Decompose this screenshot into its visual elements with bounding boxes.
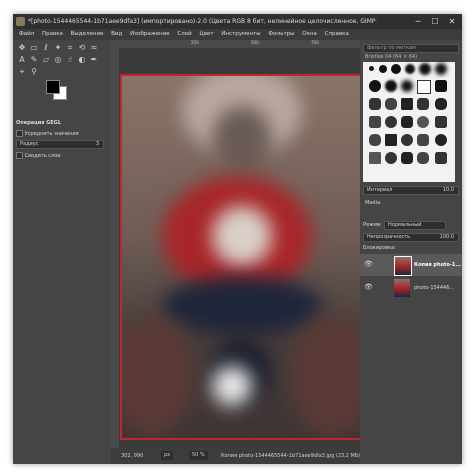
status-info: Копия photo-1544465544-1b71aee9dfa3.jpg … <box>221 453 361 459</box>
spacing-label: Интервал <box>367 187 393 193</box>
smudge-icon[interactable]: ☝ <box>65 55 75 65</box>
layer-thumbnail <box>394 256 412 276</box>
layer-name: photo-154446... <box>414 285 455 291</box>
transform-icon[interactable]: ⟲ <box>77 43 87 53</box>
canvas-area[interactable]: 250 500 750 302, 990 px 50 % Копия photo… <box>111 40 364 464</box>
menu-layer[interactable]: Слой <box>177 29 191 40</box>
merge-layers-checkbox[interactable]: Сводить слои <box>16 152 61 159</box>
menu-view[interactable]: Вид <box>111 29 122 40</box>
gimp-app-icon <box>16 17 25 26</box>
selection-border <box>120 74 364 440</box>
zoom-select[interactable]: 50 % <box>189 451 208 460</box>
move-tool-icon[interactable]: ✥ <box>17 43 27 53</box>
tool-options-header: Операция GEGL <box>16 120 62 126</box>
paintbrush-icon[interactable]: ✎ <box>29 55 39 65</box>
ruler-mark: 250 <box>191 40 199 45</box>
sample-merged-label: Усреднить значения <box>24 131 79 137</box>
title-bar: *[photo-1544465544-1b71aee9dfa3] (импорт… <box>13 14 462 29</box>
layer-mode-select[interactable]: Нормальный <box>384 221 446 230</box>
gimp-window: *[photo-1544465544-1b71aee9dfa3] (импорт… <box>13 14 462 464</box>
menu-file[interactable]: Файл <box>19 29 34 40</box>
brush-name: Bristles 04 (64 × 64) <box>365 54 418 60</box>
opacity-label: Непрозрачность <box>367 234 411 240</box>
menu-windows[interactable]: Окна <box>302 29 317 40</box>
menu-tools[interactable]: Инструменты <box>221 29 260 40</box>
zoom-icon[interactable]: ⚲ <box>29 67 39 77</box>
sample-merged-checkbox[interactable]: Усреднить значения <box>16 130 79 137</box>
eye-icon[interactable]: 👁 <box>364 283 374 291</box>
opacity-value: 100.0 <box>439 234 454 240</box>
rect-select-icon[interactable]: ▭ <box>29 43 39 53</box>
merge-layers-label: Сводить слои <box>24 153 61 159</box>
color-picker-icon[interactable]: ⌖ <box>17 67 27 77</box>
opacity-field[interactable]: Непрозрачность 100.0 <box>363 233 459 242</box>
minimize-button[interactable]: ─ <box>410 14 426 29</box>
spacing-value: 10.0 <box>442 187 454 193</box>
lock-label: Блокировка: <box>363 245 396 251</box>
crop-icon[interactable]: ⌗ <box>65 43 75 53</box>
menu-bar: Файл Правка Выделение Вид Изображение Сл… <box>13 29 462 40</box>
menu-edit[interactable]: Правка <box>42 29 63 40</box>
close-button[interactable]: ✕ <box>444 14 460 29</box>
radius-value: 3 <box>95 141 99 147</box>
clone-icon[interactable]: ◎ <box>53 55 63 65</box>
radius-field[interactable]: Радиус 3 <box>16 140 104 149</box>
horizontal-ruler: 250 500 750 <box>111 40 360 48</box>
brush-filter-input[interactable]: фильтр по меткам <box>363 44 459 53</box>
fuzzy-select-icon[interactable]: ✦ <box>53 43 63 53</box>
dodge-icon[interactable]: ◐ <box>77 55 87 65</box>
warp-icon[interactable]: ≈ <box>89 43 99 53</box>
toolbox-panel: ✥ ▭ ℓ ✦ ⌗ ⟲ ≈ A ✎ ▱ ◎ ☝ ◐ ✒ ⌖ ⚲ Операция… <box>13 40 111 464</box>
vertical-ruler <box>111 48 119 448</box>
menu-color[interactable]: Цвет <box>199 29 213 40</box>
path-icon[interactable]: ✒ <box>89 55 99 65</box>
lasso-icon[interactable]: ℓ <box>41 43 51 53</box>
layer-row[interactable]: 👁 photo-154446... <box>360 277 462 299</box>
brushes-grid[interactable] <box>363 62 455 182</box>
menu-select[interactable]: Выделение <box>71 29 104 40</box>
menu-filters[interactable]: Фильтры <box>268 29 294 40</box>
maximize-button[interactable]: ☐ <box>427 14 443 29</box>
right-dock: фильтр по меткам Bristles 04 (64 × 64) И… <box>360 40 462 464</box>
layer-mode-label: Режим <box>363 222 381 228</box>
media-label: Media. <box>365 200 382 206</box>
menu-help[interactable]: Справка <box>325 29 349 40</box>
spacing-field[interactable]: Интервал 10.0 <box>363 186 459 195</box>
menu-image[interactable]: Изображение <box>130 29 170 40</box>
radius-label: Радиус <box>20 141 39 147</box>
status-bar: 302, 990 px 50 % Копия photo-1544465544-… <box>111 448 360 464</box>
ruler-mark: 750 <box>311 40 319 45</box>
foreground-color-swatch[interactable] <box>46 80 60 94</box>
eraser-icon[interactable]: ▱ <box>41 55 51 65</box>
window-title: *[photo-1544465544-1b71aee9dfa3] (импорт… <box>28 18 378 25</box>
layer-thumbnail <box>394 279 410 297</box>
layer-row[interactable]: 👁 Копия photo-1... <box>360 254 462 276</box>
text-tool-icon[interactable]: A <box>17 55 27 65</box>
cursor-coords: 302, 990 <box>121 453 144 459</box>
ruler-mark: 500 <box>251 40 259 45</box>
layer-name: Копия photo-1... <box>414 262 462 268</box>
eye-icon[interactable]: 👁 <box>364 260 374 268</box>
unit-select[interactable]: px <box>161 451 174 460</box>
